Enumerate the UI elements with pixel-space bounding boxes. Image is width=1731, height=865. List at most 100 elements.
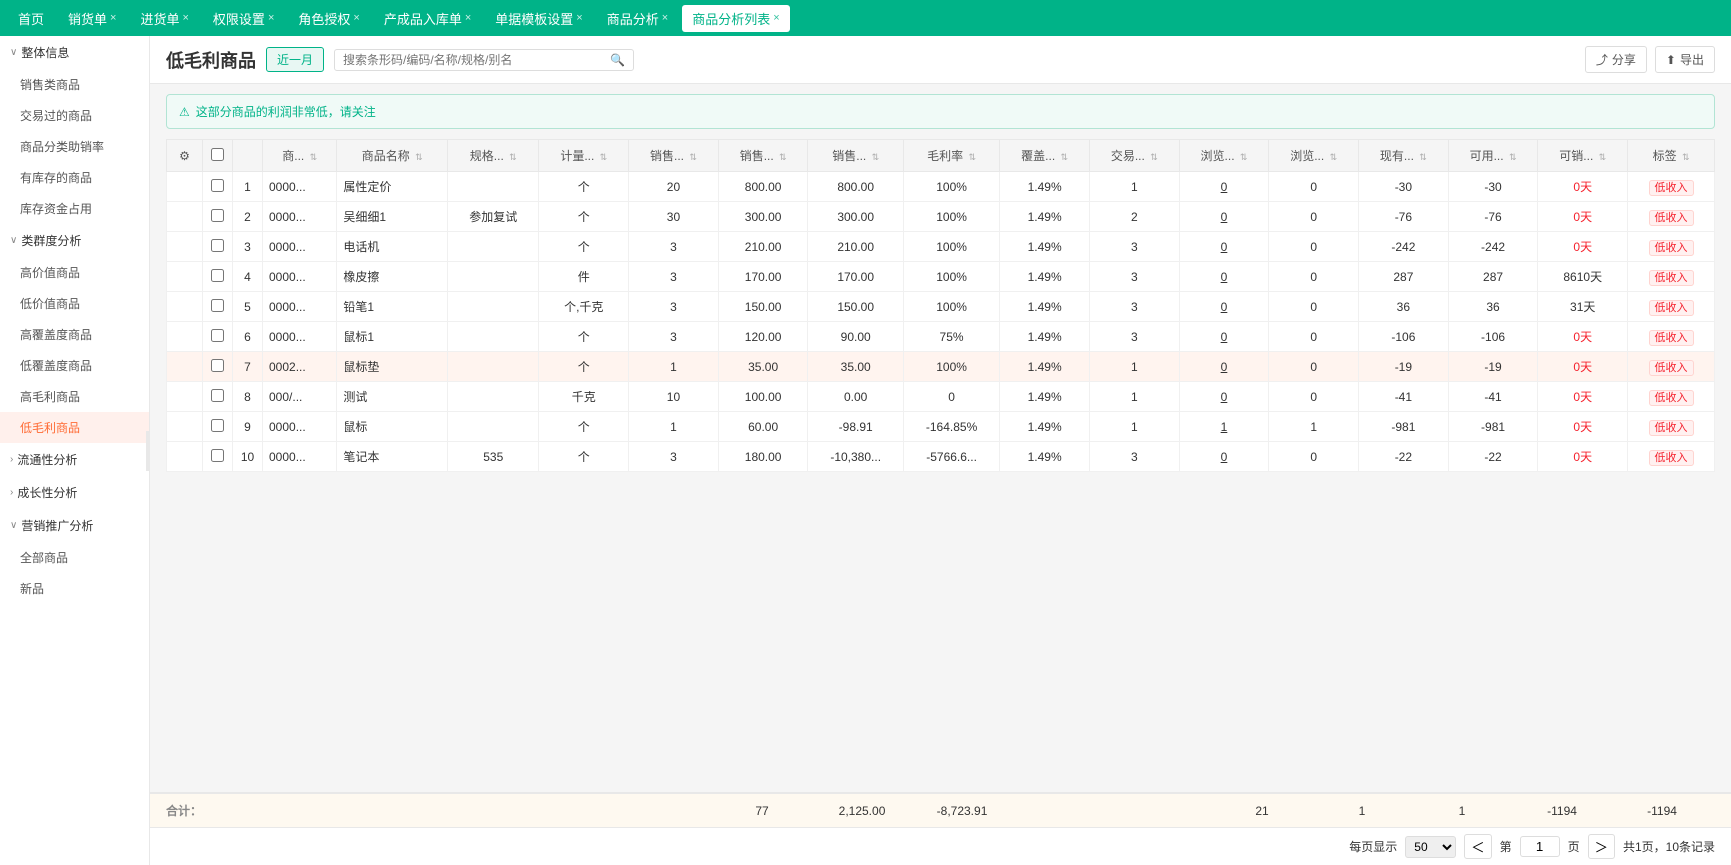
row-checkbox[interactable] (211, 269, 224, 282)
nav-close-template[interactable]: × (576, 12, 582, 24)
cell-checkbox[interactable] (203, 352, 233, 382)
sidebar-item-sales-goods[interactable]: 销售类商品 (0, 69, 149, 100)
sidebar-item-new-goods[interactable]: 新品 (0, 573, 149, 604)
col-gross[interactable]: 毛利率 ⇅ (903, 140, 999, 172)
page-size-select[interactable]: 50 20 100 (1405, 836, 1456, 858)
nav-product-inbound[interactable]: 产成品入库单 × (374, 5, 481, 32)
col-browse1[interactable]: 浏览... ⇅ (1179, 140, 1269, 172)
date-filter-button[interactable]: 近一月 (266, 47, 324, 72)
cell-browse1[interactable]: 0 (1179, 202, 1269, 232)
row-checkbox[interactable] (211, 419, 224, 432)
col-sale3[interactable]: 销售... ⇅ (808, 140, 903, 172)
search-input[interactable] (343, 53, 605, 67)
nav-close-sales[interactable]: × (110, 12, 116, 24)
cell-browse1[interactable]: 0 (1179, 442, 1269, 472)
cell-checkbox[interactable] (203, 322, 233, 352)
cell-current: -76 (1359, 202, 1449, 232)
col-trade[interactable]: 交易... ⇅ (1089, 140, 1179, 172)
cell-browse1[interactable]: 0 (1179, 172, 1269, 202)
next-page-button[interactable]: ＞ (1588, 834, 1615, 859)
nav-close-role[interactable]: × (353, 12, 359, 24)
cell-gross: -164.85% (903, 412, 999, 442)
col-sale2[interactable]: 销售... ⇅ (718, 140, 808, 172)
nav-sales-order[interactable]: 销货单 × (58, 5, 126, 32)
search-icon[interactable]: 🔍 (610, 53, 625, 67)
sidebar-section-circulation[interactable]: › 流通性分析 (0, 443, 149, 476)
cell-browse1[interactable]: 0 (1179, 232, 1269, 262)
nav-purchase-order[interactable]: 进货单 × (130, 5, 198, 32)
share-button[interactable]: ⤴ 分享 (1585, 46, 1647, 73)
cell-checkbox[interactable] (203, 412, 233, 442)
nav-close-goods-list[interactable]: × (773, 12, 779, 24)
cell-browse2: 0 (1269, 322, 1359, 352)
sidebar-item-stock-goods[interactable]: 有库存的商品 (0, 162, 149, 193)
cell-browse1[interactable]: 1 (1179, 412, 1269, 442)
nav-goods-analysis[interactable]: 商品分析 × (597, 5, 678, 32)
sidebar-section-cluster[interactable]: ∨ 类群度分析 (0, 224, 149, 257)
sidebar-item-high-coverage[interactable]: 高覆盖度商品 (0, 319, 149, 350)
nav-permission-settings[interactable]: 权限设置 × (203, 5, 284, 32)
cell-browse1[interactable]: 0 (1179, 262, 1269, 292)
cell-checkbox[interactable] (203, 172, 233, 202)
col-sale1[interactable]: 销售... ⇅ (629, 140, 719, 172)
sidebar-section-marketing[interactable]: ∨ 营销推广分析 (0, 509, 149, 542)
col-code[interactable]: 商... ⇅ (263, 140, 337, 172)
cell-browse1[interactable]: 0 (1179, 322, 1269, 352)
nav-home[interactable]: 首页 (8, 5, 54, 32)
cell-browse1[interactable]: 0 (1179, 292, 1269, 322)
sidebar-collapse-btn[interactable]: « (146, 431, 150, 471)
sidebar-section-overall[interactable]: ∨ 整体信息 (0, 36, 149, 69)
cell-browse1[interactable]: 0 (1179, 382, 1269, 412)
prev-page-button[interactable]: ＜ (1464, 834, 1491, 859)
page-input[interactable] (1520, 836, 1560, 857)
footer-available: -1194 (1622, 804, 1702, 818)
sidebar-item-category-rate[interactable]: 商品分类助销率 (0, 131, 149, 162)
select-all-checkbox[interactable] (211, 148, 224, 161)
sidebar-item-all-goods[interactable]: 全部商品 (0, 542, 149, 573)
col-name[interactable]: 商品名称 ⇅ (337, 140, 448, 172)
sidebar-item-low-margin[interactable]: 低毛利商品 (0, 412, 149, 443)
col-browse2[interactable]: 浏览... ⇅ (1269, 140, 1359, 172)
row-checkbox[interactable] (211, 329, 224, 342)
col-spec[interactable]: 规格... ⇅ (448, 140, 539, 172)
sidebar-item-high-margin[interactable]: 高毛利商品 (0, 381, 149, 412)
nav-close-goods[interactable]: × (662, 12, 668, 24)
col-current[interactable]: 现有... ⇅ (1359, 140, 1449, 172)
cell-coverage: 1.49% (1000, 292, 1090, 322)
col-settings[interactable]: ⚙ (167, 140, 203, 172)
row-checkbox[interactable] (211, 359, 224, 372)
cell-browse1[interactable]: 0 (1179, 352, 1269, 382)
nav-template-settings[interactable]: 单据模板设置 × (485, 5, 592, 32)
row-checkbox[interactable] (211, 449, 224, 462)
nav-close-permission[interactable]: × (268, 12, 274, 24)
row-checkbox[interactable] (211, 239, 224, 252)
cell-checkbox[interactable] (203, 442, 233, 472)
col-available[interactable]: 可用... ⇅ (1448, 140, 1538, 172)
nav-goods-analysis-list[interactable]: 商品分析列表 × (682, 5, 789, 32)
col-checkbox[interactable] (203, 140, 233, 172)
cell-checkbox[interactable] (203, 262, 233, 292)
col-coverage[interactable]: 覆盖... ⇅ (1000, 140, 1090, 172)
col-unit[interactable]: 计量... ⇅ (539, 140, 629, 172)
col-salable[interactable]: 可销... ⇅ (1538, 140, 1628, 172)
nav-close-product[interactable]: × (465, 12, 471, 24)
cell-checkbox[interactable] (203, 202, 233, 232)
row-checkbox[interactable] (211, 179, 224, 192)
row-checkbox[interactable] (211, 209, 224, 222)
cell-checkbox[interactable] (203, 382, 233, 412)
export-button[interactable]: ⬆ 导出 (1655, 46, 1715, 73)
sidebar-item-stock-capital[interactable]: 库存资金占用 (0, 193, 149, 224)
cell-checkbox[interactable] (203, 232, 233, 262)
nav-close-purchase[interactable]: × (182, 12, 188, 24)
sidebar-item-low-value[interactable]: 低价值商品 (0, 288, 149, 319)
col-tag[interactable]: 标签 ⇅ (1628, 140, 1715, 172)
row-checkbox[interactable] (211, 389, 224, 402)
sidebar-item-traded-goods[interactable]: 交易过的商品 (0, 100, 149, 131)
cell-sale2: 60.00 (718, 412, 808, 442)
sidebar-item-high-value[interactable]: 高价值商品 (0, 257, 149, 288)
nav-role-auth[interactable]: 角色授权 × (288, 5, 369, 32)
sidebar-item-low-coverage[interactable]: 低覆盖度商品 (0, 350, 149, 381)
cell-checkbox[interactable] (203, 292, 233, 322)
row-checkbox[interactable] (211, 299, 224, 312)
sidebar-section-growth[interactable]: › 成长性分析 (0, 476, 149, 509)
